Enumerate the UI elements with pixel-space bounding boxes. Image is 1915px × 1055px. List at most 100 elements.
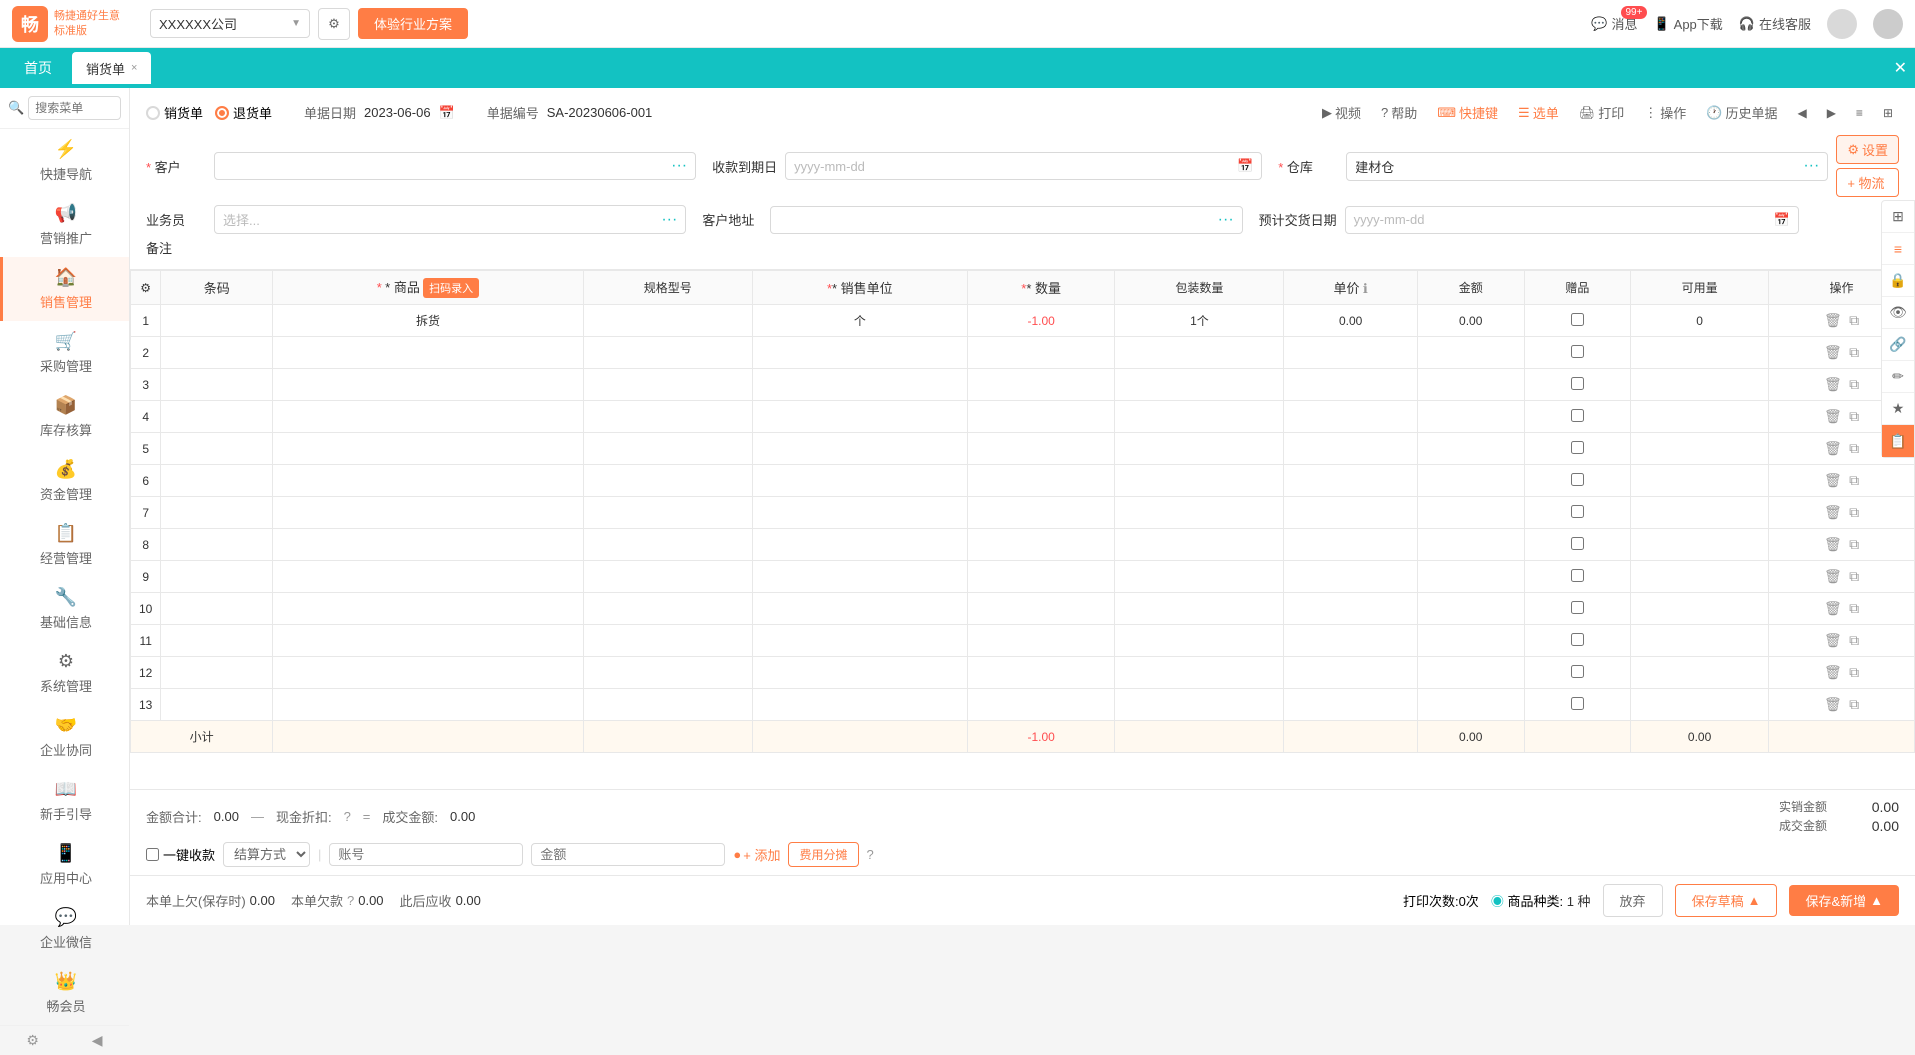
row-qty[interactable] xyxy=(967,625,1115,657)
row-qty[interactable] xyxy=(967,689,1115,721)
settings-icon-btn[interactable]: ⚙ xyxy=(318,8,350,40)
trial-button[interactable]: 体验行业方案 xyxy=(358,8,468,39)
logistics-btn[interactable]: + 物流 xyxy=(1836,168,1899,197)
row-spec[interactable] xyxy=(583,337,752,369)
gift-checkbox[interactable] xyxy=(1571,441,1584,454)
row-delete-btn[interactable]: 🗑 xyxy=(1822,534,1844,555)
row-price[interactable]: 0.00 xyxy=(1284,305,1417,337)
row-copy-btn[interactable]: ⧉ xyxy=(1847,694,1861,715)
th-settings[interactable]: ⚙ xyxy=(131,271,161,305)
row-unit[interactable] xyxy=(752,657,967,689)
row-spec[interactable] xyxy=(583,369,752,401)
rt-edit-btn[interactable]: ✏ xyxy=(1882,361,1914,393)
row-unit[interactable] xyxy=(752,561,967,593)
warehouse-input[interactable]: 建材仓 ··· xyxy=(1346,152,1828,181)
save-new-button[interactable]: 保存&新增 ▲ xyxy=(1789,885,1899,916)
row-copy-btn[interactable]: ⧉ xyxy=(1847,406,1861,427)
row-product[interactable] xyxy=(273,689,584,721)
row-barcode[interactable] xyxy=(161,305,273,337)
row-qty[interactable] xyxy=(967,593,1115,625)
row-amount[interactable] xyxy=(1417,689,1524,721)
row-copy-btn[interactable]: ⧉ xyxy=(1847,470,1861,491)
row-delete-btn[interactable]: 🗑 xyxy=(1822,470,1844,491)
rt-eye-btn[interactable]: 👁 xyxy=(1882,297,1914,329)
customer-input[interactable]: ··· xyxy=(214,152,696,180)
row-spec[interactable] xyxy=(583,529,752,561)
row-gift[interactable] xyxy=(1524,401,1631,433)
row-unit[interactable] xyxy=(752,625,967,657)
row-unit[interactable] xyxy=(752,465,967,497)
gift-checkbox[interactable] xyxy=(1571,473,1584,486)
row-delete-btn[interactable]: 🗑 xyxy=(1822,694,1844,715)
row-price[interactable] xyxy=(1284,465,1417,497)
online-service-btn[interactable]: 🎧 在线客服 xyxy=(1739,14,1811,33)
row-pkg-qty[interactable] xyxy=(1115,561,1284,593)
row-spec[interactable] xyxy=(583,561,752,593)
row-pkg-qty[interactable] xyxy=(1115,337,1284,369)
row-amount[interactable] xyxy=(1417,497,1524,529)
row-amount[interactable] xyxy=(1417,593,1524,625)
sidebar-item-marketing[interactable]: 📢 营销推广 xyxy=(0,193,129,257)
row-barcode[interactable] xyxy=(161,593,273,625)
row-copy-btn[interactable]: ⧉ xyxy=(1847,630,1861,651)
company-selector[interactable]: XXXXXX公司 ▼ xyxy=(150,9,310,38)
row-unit[interactable]: 个 xyxy=(752,305,967,337)
row-qty[interactable] xyxy=(967,433,1115,465)
row-spec[interactable] xyxy=(583,305,752,337)
row-delete-btn[interactable]: 🗑 xyxy=(1822,374,1844,395)
tab-home[interactable]: 首页 xyxy=(8,48,68,88)
row-price[interactable] xyxy=(1284,369,1417,401)
sidebar-item-operations[interactable]: 📋 经营管理 xyxy=(0,513,129,577)
row-unit[interactable] xyxy=(752,497,967,529)
row-gift[interactable] xyxy=(1524,337,1631,369)
row-price[interactable] xyxy=(1284,657,1417,689)
sidebar-item-inventory[interactable]: 📦 库存核算 xyxy=(0,385,129,449)
row-product[interactable] xyxy=(273,561,584,593)
rt-clipboard-btn[interactable]: 📋 xyxy=(1882,425,1914,457)
row-pkg-qty[interactable] xyxy=(1115,625,1284,657)
row-gift[interactable] xyxy=(1524,689,1631,721)
row-barcode[interactable] xyxy=(161,497,273,529)
row-gift[interactable] xyxy=(1524,497,1631,529)
row-barcode[interactable] xyxy=(161,337,273,369)
sidebar-item-sales[interactable]: 🏠 销售管理 xyxy=(0,257,129,321)
calendar-icon[interactable]: 📅 xyxy=(439,105,455,121)
row-unit[interactable] xyxy=(752,369,967,401)
row-barcode[interactable] xyxy=(161,657,273,689)
row-qty[interactable] xyxy=(967,401,1115,433)
sidebar-item-member[interactable]: 👑 畅会员 xyxy=(0,961,129,1025)
amount-input[interactable] xyxy=(531,843,725,866)
row-amount[interactable] xyxy=(1417,561,1524,593)
row-gift[interactable] xyxy=(1524,433,1631,465)
gift-checkbox[interactable] xyxy=(1571,345,1584,358)
row-delete-btn[interactable]: 🗑 xyxy=(1822,598,1844,619)
operation-btn[interactable]: ⋮ 操作 xyxy=(1638,100,1692,125)
tab-bar-close[interactable]: ✕ xyxy=(1894,58,1907,78)
row-barcode[interactable] xyxy=(161,401,273,433)
row-gift[interactable] xyxy=(1524,529,1631,561)
row-amount[interactable] xyxy=(1417,401,1524,433)
row-gift[interactable] xyxy=(1524,465,1631,497)
expense-split-btn[interactable]: 费用分摊 xyxy=(788,842,858,867)
row-price[interactable] xyxy=(1284,433,1417,465)
row-spec[interactable] xyxy=(583,593,752,625)
row-amount[interactable] xyxy=(1417,433,1524,465)
row-delete-btn[interactable]: 🗑 xyxy=(1822,342,1844,363)
message-btn[interactable]: 💬 消息 99+ xyxy=(1591,14,1637,33)
row-barcode[interactable] xyxy=(161,369,273,401)
row-copy-btn[interactable]: ⧉ xyxy=(1847,502,1861,523)
gift-checkbox[interactable] xyxy=(1571,569,1584,582)
row-delete-btn[interactable]: 🗑 xyxy=(1822,310,1844,331)
row-amount[interactable] xyxy=(1417,529,1524,561)
row-product[interactable] xyxy=(273,529,584,561)
gift-checkbox[interactable] xyxy=(1571,377,1584,390)
scan-button[interactable]: 扫码录入 xyxy=(423,278,479,298)
row-product[interactable] xyxy=(273,625,584,657)
row-price[interactable] xyxy=(1284,529,1417,561)
row-copy-btn[interactable]: ⧉ xyxy=(1847,534,1861,555)
row-delete-btn[interactable]: 🗑 xyxy=(1822,630,1844,651)
row-amount[interactable] xyxy=(1417,465,1524,497)
row-qty[interactable] xyxy=(967,369,1115,401)
row-pkg-qty[interactable] xyxy=(1115,465,1284,497)
sidebar-item-apps[interactable]: 📱 应用中心 xyxy=(0,833,129,897)
